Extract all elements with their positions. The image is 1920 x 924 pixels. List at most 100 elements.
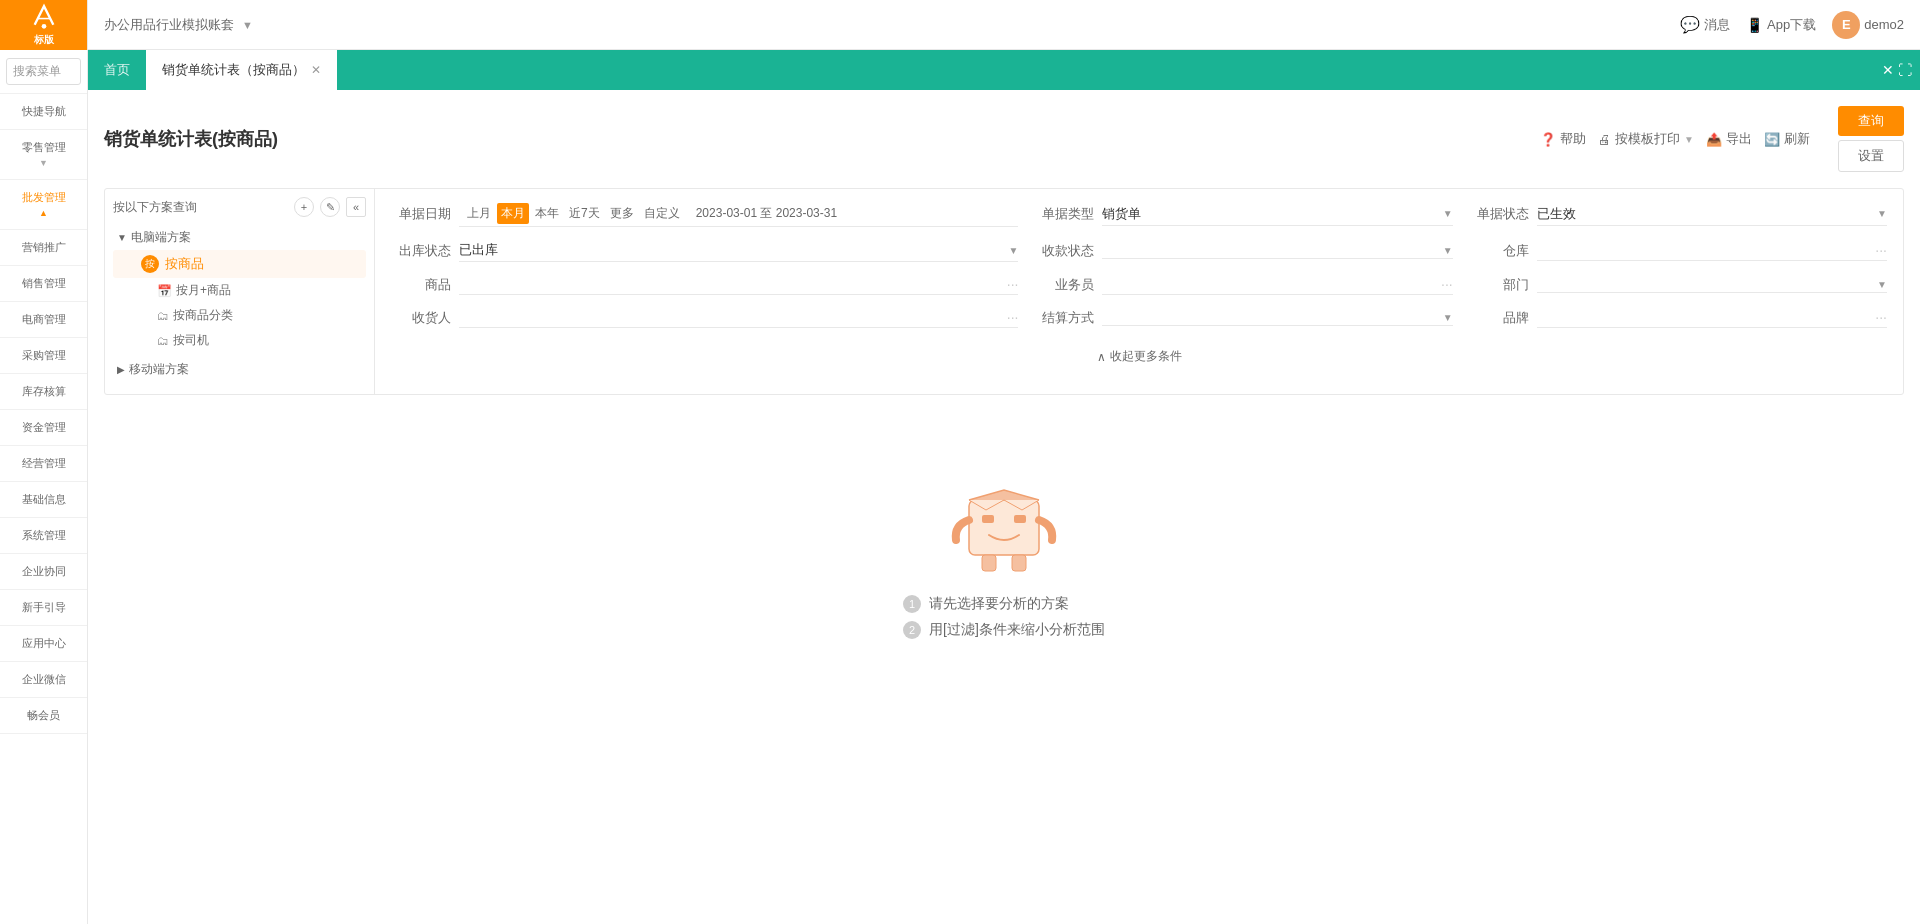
sidebar-item-retail[interactable]: 零售管理 ▼ (0, 130, 87, 180)
settings-button[interactable]: 设置 (1838, 140, 1904, 172)
download-icon: 📱 (1746, 17, 1763, 33)
empty-step-1: 1 请先选择要分析的方案 (903, 595, 1105, 613)
product-label: 商品 (391, 276, 451, 294)
scheme-by-category[interactable]: 🗂 按商品分类 (113, 303, 366, 328)
topbar-left: 办公用品行业模拟账套 ▼ (104, 16, 253, 34)
sidebar-item-business[interactable]: 经营管理 (0, 446, 87, 482)
message-button[interactable]: 💬 消息 (1680, 15, 1730, 34)
doc-status-value: 已生效 (1537, 205, 1576, 223)
filter-row-2: 出库状态 已出库 ▼ 收款状态 (391, 239, 1887, 262)
doc-status-dropdown-icon[interactable]: ▼ (1877, 208, 1887, 219)
product-input-area[interactable]: ··· (459, 274, 1018, 295)
date-tab-custom[interactable]: 自定义 (640, 203, 684, 224)
doc-type-dropdown-icon[interactable]: ▼ (1443, 208, 1453, 219)
tab-home[interactable]: 首页 (88, 50, 146, 90)
tab-controls: ✕ ⛶ (1882, 62, 1920, 78)
sidebar-item-shortcut[interactable]: 快捷导航 (0, 94, 87, 130)
svg-rect-5 (1012, 555, 1026, 571)
tab-report[interactable]: 销货单统计表（按商品） ✕ (146, 50, 337, 90)
collapse-up-icon: ∧ (1097, 350, 1106, 364)
doc-type-value: 销货单 (1102, 205, 1141, 223)
out-status-input-area[interactable]: 已出库 ▼ (459, 239, 1018, 262)
mobile-scheme-header[interactable]: ▶ 移动端方案 (113, 357, 366, 382)
sidebar-item-system[interactable]: 系统管理 (0, 518, 87, 554)
dept-field: 部门 ▼ (1469, 276, 1887, 294)
pay-status-dropdown-icon[interactable]: ▼ (1443, 245, 1453, 256)
pay-status-input-area[interactable]: ▼ (1102, 243, 1452, 259)
salesperson-input-area[interactable]: ··· (1102, 274, 1452, 295)
scheme-by-month-product[interactable]: 📅 按月+商品 (113, 278, 366, 303)
desktop-scheme-header[interactable]: ▼ 电脑端方案 (113, 225, 366, 250)
sidebar-logo: 标版 (0, 0, 87, 50)
collapse-more-button[interactable]: ∧ 收起更多条件 (1097, 348, 1182, 365)
settlement-input-area[interactable]: ▼ (1102, 310, 1452, 326)
sidebar-item-sales[interactable]: 销售管理 (0, 266, 87, 302)
scheme-by-product[interactable]: 按 按商品 (113, 250, 366, 278)
desktop-section-arrow: ▼ (117, 232, 127, 243)
tab-maximize-icon[interactable]: ⛶ (1898, 62, 1912, 78)
sidebar-item-apps[interactable]: 应用中心 (0, 626, 87, 662)
month-product-icon: 📅 (157, 284, 172, 298)
sidebar-item-purchase[interactable]: 采购管理 (0, 338, 87, 374)
tab-close-all-icon[interactable]: ✕ (1882, 62, 1894, 78)
industry-dropdown-icon[interactable]: ▼ (242, 19, 253, 31)
sidebar-item-marketing[interactable]: 营销推广 (0, 230, 87, 266)
export-button[interactable]: 📤 导出 (1706, 130, 1752, 148)
receiver-input-area[interactable]: ··· (459, 307, 1018, 328)
print-button[interactable]: 🖨 按模板打印 ▼ (1598, 130, 1694, 148)
date-tab-this-year[interactable]: 本年 (531, 203, 563, 224)
doc-type-input-area[interactable]: 销货单 ▼ (1102, 203, 1452, 226)
salesperson-field: 业务员 ··· (1034, 274, 1452, 295)
user-profile[interactable]: E demo2 (1832, 11, 1904, 39)
date-tab-7days[interactable]: 近7天 (565, 203, 604, 224)
out-status-field: 出库状态 已出库 ▼ (391, 239, 1018, 262)
dept-dropdown-icon[interactable]: ▼ (1877, 279, 1887, 290)
message-icon: 💬 (1680, 15, 1700, 34)
warehouse-input-area[interactable]: ··· (1537, 240, 1887, 261)
sidebar-item-vip[interactable]: 畅会员 (0, 698, 87, 734)
brand-more-icon[interactable]: ··· (1875, 309, 1887, 325)
sidebar-item-ecom[interactable]: 电商管理 (0, 302, 87, 338)
retail-expand-icon: ▼ (39, 158, 48, 168)
date-tab-this-month[interactable]: 本月 (497, 203, 529, 224)
add-scheme-button[interactable]: + (294, 197, 314, 217)
doc-status-field: 单据状态 已生效 ▼ (1469, 203, 1887, 226)
sidebar-item-wholesale[interactable]: 批发管理 ▲ (0, 180, 87, 230)
out-status-dropdown-icon[interactable]: ▼ (1009, 245, 1019, 256)
dept-input-area[interactable]: ▼ (1537, 277, 1887, 293)
filter-row-1: 单据日期 上月 本月 本年 近7天 更多 自定义 20 (391, 201, 1887, 227)
sidebar-item-wechat[interactable]: 企业微信 (0, 662, 87, 698)
sidebar-item-basic[interactable]: 基础信息 (0, 482, 87, 518)
query-button[interactable]: 查询 (1838, 106, 1904, 136)
category-icon: 🗂 (157, 309, 169, 323)
brand-input-area[interactable]: ··· (1537, 307, 1887, 328)
receiver-label: 收货人 (391, 309, 451, 327)
collapse-panel-button[interactable]: « (346, 197, 366, 217)
settlement-dropdown-icon[interactable]: ▼ (1443, 312, 1453, 323)
date-tab-last-month[interactable]: 上月 (463, 203, 495, 224)
scheme-by-cashier[interactable]: 🗂 按司机 (113, 328, 366, 353)
sidebar-item-inventory[interactable]: 库存核算 (0, 374, 87, 410)
product-more-icon[interactable]: ··· (1007, 276, 1019, 292)
svg-point-0 (41, 24, 46, 29)
help-button[interactable]: ❓ 帮助 (1540, 130, 1586, 148)
doc-status-input-area[interactable]: 已生效 ▼ (1537, 203, 1887, 226)
warehouse-more-icon[interactable]: ··· (1875, 242, 1887, 258)
sidebar-item-finance[interactable]: 资金管理 (0, 410, 87, 446)
desktop-scheme-section: ▼ 电脑端方案 按 按商品 📅 按月+商品 🗂 (113, 225, 366, 353)
sidebar-item-newbie[interactable]: 新手引导 (0, 590, 87, 626)
doc-status-label: 单据状态 (1469, 205, 1529, 223)
edit-scheme-button[interactable]: ✎ (320, 197, 340, 217)
app-download-button[interactable]: 📱 App下载 (1746, 16, 1816, 34)
cashier-icon: 🗂 (157, 334, 169, 348)
date-field: 单据日期 上月 本月 本年 近7天 更多 自定义 20 (391, 201, 1018, 227)
receiver-more-icon[interactable]: ··· (1007, 309, 1019, 325)
tab-close-icon[interactable]: ✕ (311, 63, 321, 77)
settlement-field: 结算方式 ▼ (1034, 309, 1452, 327)
search-menu-button[interactable]: 搜索菜单 (6, 58, 81, 85)
sidebar-item-company[interactable]: 企业协同 (0, 554, 87, 590)
svg-rect-2 (982, 515, 994, 523)
salesperson-more-icon[interactable]: ··· (1441, 276, 1453, 292)
refresh-button[interactable]: 🔄 刷新 (1764, 130, 1810, 148)
date-tab-more[interactable]: 更多 (606, 203, 638, 224)
